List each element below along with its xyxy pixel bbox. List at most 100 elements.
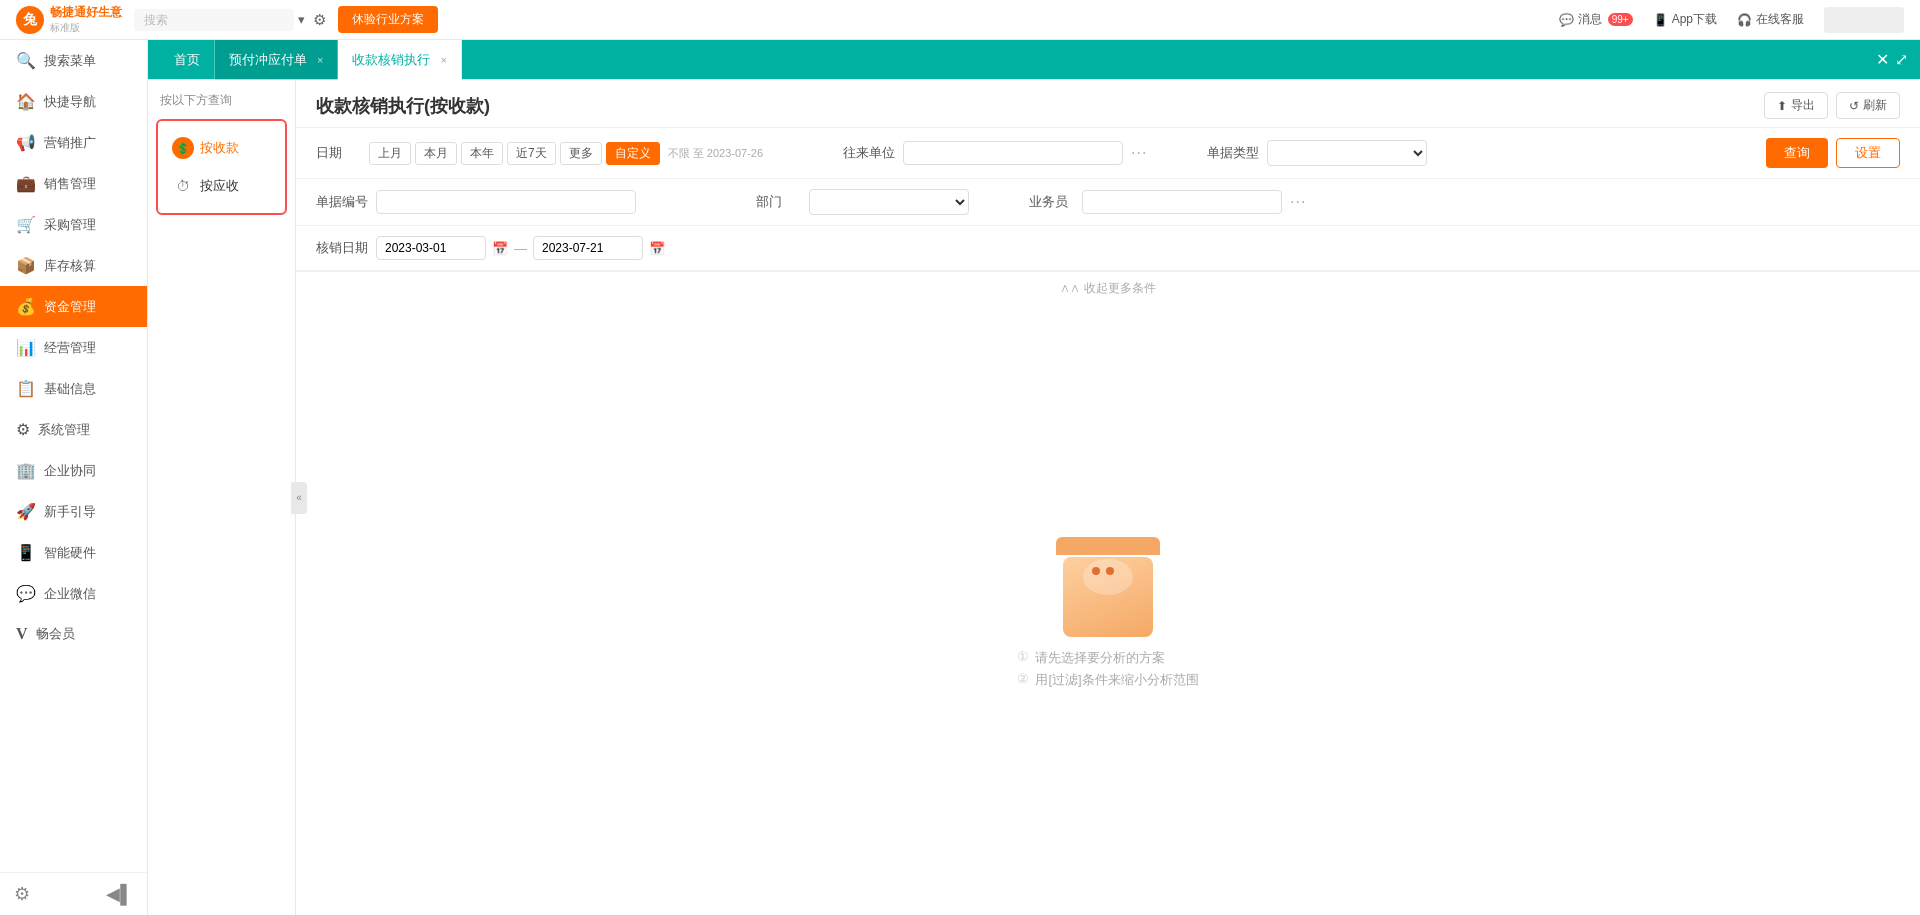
messages-badge: 99+ <box>1608 13 1633 26</box>
this-month-btn[interactable]: 本月 <box>415 142 457 165</box>
filter-receipt-label: 按收款 <box>200 139 239 157</box>
calendar-start-icon[interactable]: 📅 <box>492 241 508 256</box>
sidebar-item-label: 库存核算 <box>44 257 96 275</box>
tab-home-label: 首页 <box>174 51 200 69</box>
dropdown-icon[interactable]: ▾ <box>298 12 305 27</box>
dept-label: 部门 <box>756 193 801 211</box>
filter-row-2: 单据编号 部门 业务员 ··· <box>296 179 1920 226</box>
salesperson-input[interactable] <box>1082 190 1282 214</box>
salesperson-label: 业务员 <box>1029 193 1074 211</box>
hint-text-2: 用[过滤]条件来缩小分析范围 <box>1035 671 1198 689</box>
sidebar-item-label: 经营管理 <box>44 339 96 357</box>
last-month-btn[interactable]: 上月 <box>369 142 411 165</box>
tab-prepayment-close[interactable]: × <box>317 54 323 66</box>
sidebar-item-beginner[interactable]: 🚀 新手引导 <box>0 491 147 532</box>
service-icon: 🎧 <box>1737 13 1752 27</box>
sidebar-item-basic[interactable]: 📋 基础信息 <box>0 368 147 409</box>
membership-icon: V <box>16 625 28 643</box>
tab-writeoff-label: 收款核销执行 <box>352 51 430 69</box>
gear-icon[interactable]: ⚙ <box>313 11 326 29</box>
sidebar-item-label: 系统管理 <box>38 421 90 439</box>
sidebar-item-wechat[interactable]: 💬 企业微信 <box>0 573 147 614</box>
tab-prepayment-label: 预付冲应付单 <box>229 51 307 69</box>
customer-service-label: 在线客服 <box>1756 11 1804 28</box>
query-btn[interactable]: 查询 <box>1766 138 1828 168</box>
messages-btn[interactable]: 💬 消息 99+ <box>1559 11 1633 28</box>
sidebar-item-system[interactable]: ⚙ 系统管理 <box>0 409 147 450</box>
search-input[interactable] <box>134 9 294 31</box>
tab-prepayment[interactable]: 预付冲应付单 × <box>215 40 338 80</box>
date-range: 📅 — 📅 <box>376 236 665 260</box>
filter-receivable-label: 按应收 <box>200 177 239 195</box>
app-download-label: App下载 <box>1672 11 1717 28</box>
sidebar-item-sales[interactable]: 💼 销售管理 <box>0 163 147 204</box>
panel-collapse-btn[interactable]: « <box>291 482 307 514</box>
doctype-select[interactable] <box>1267 140 1427 166</box>
doctype-label: 单据类型 <box>1207 144 1259 162</box>
writeoff-date-group: 核销日期 📅 — 📅 <box>316 236 665 260</box>
app-logo: 兔 畅捷通好生意 标准版 <box>16 4 122 35</box>
salesperson-filter-group: 业务员 ··· <box>1029 190 1306 214</box>
finance-icon: 💰 <box>16 297 36 316</box>
sidebar-item-label: 采购管理 <box>44 216 96 234</box>
empty-illustration <box>1048 527 1168 637</box>
salesperson-dots[interactable]: ··· <box>1290 193 1306 211</box>
date-filter-group: 日期 上月 本月 本年 近7天 更多 自定义 不限 至 2023-07-26 <box>316 142 763 165</box>
this-year-btn[interactable]: 本年 <box>461 142 503 165</box>
7days-btn[interactable]: 近7天 <box>507 142 556 165</box>
writeoff-date-label: 核销日期 <box>316 239 368 257</box>
tab-home[interactable]: 首页 <box>160 40 215 80</box>
receivable-icon: ⏱ <box>172 175 194 197</box>
sidebar-item-smart-hw[interactable]: 📱 智能硬件 <box>0 532 147 573</box>
window-maximize-btn[interactable]: ⤢ <box>1895 50 1908 69</box>
more-btn[interactable]: 更多 <box>560 142 602 165</box>
industry-btn[interactable]: 休验行业方案 <box>338 6 438 33</box>
sidebar-item-finance[interactable]: 💰 资金管理 <box>0 286 147 327</box>
sidebar-item-biz[interactable]: 📊 经营管理 <box>0 327 147 368</box>
sidebar: 🔍 搜索菜单 🏠 快捷导航 📢 营销推广 💼 销售管理 🛒 采购管理 📦 库存核… <box>0 40 148 915</box>
hint-num-1: ① <box>1017 649 1029 664</box>
sidebar-item-label: 销售管理 <box>44 175 96 193</box>
calendar-end-icon[interactable]: 📅 <box>649 241 665 256</box>
filter-by-receivable[interactable]: ⏱ 按应收 <box>166 167 277 205</box>
sidebar-item-enterprise[interactable]: 🏢 企业协同 <box>0 450 147 491</box>
tab-bar: 首页 预付冲应付单 × 收款核销执行 × ✕ ⤢ <box>148 40 1920 80</box>
filter-by-receipt[interactable]: 💲 按收款 <box>166 129 277 167</box>
settings-btn[interactable]: 设置 <box>1836 138 1900 168</box>
sidebar-item-label: 智能硬件 <box>44 544 96 562</box>
collapse-more-btn[interactable]: ∧∧ 收起更多条件 <box>296 271 1920 305</box>
docnum-input[interactable] <box>376 190 636 214</box>
logo-icon: 兔 <box>16 6 44 34</box>
box-face <box>1083 559 1133 595</box>
app-download-btn[interactable]: 📱 App下载 <box>1653 11 1717 28</box>
counterpart-dots[interactable]: ··· <box>1131 144 1147 162</box>
sidebar-item-membership[interactable]: V 畅会员 <box>0 614 147 654</box>
tab-writeoff-close[interactable]: × <box>440 54 446 66</box>
writeoff-start-input[interactable] <box>376 236 486 260</box>
dept-select[interactable] <box>809 189 969 215</box>
writeoff-end-input[interactable] <box>533 236 643 260</box>
filter-options-border: 💲 按收款 ⏱ 按应收 <box>156 119 287 215</box>
docnum-filter-group: 单据编号 <box>316 190 636 214</box>
counterpart-input[interactable] <box>903 141 1123 165</box>
sidebar-collapse-icon[interactable]: ◀▌ <box>106 883 133 905</box>
form-header-actions: ⬆ 导出 ↺ 刷新 <box>1764 92 1900 119</box>
sidebar-item-search-menu[interactable]: 🔍 搜索菜单 <box>0 40 147 81</box>
sidebar-item-inventory[interactable]: 📦 库存核算 <box>0 245 147 286</box>
sidebar-item-purchase[interactable]: 🛒 采购管理 <box>0 204 147 245</box>
sidebar-item-marketing[interactable]: 📢 营销推广 <box>0 122 147 163</box>
top-bar: 兔 畅捷通好生意 标准版 ▾ ⚙ 休验行业方案 💬 消息 99+ 📱 App下载… <box>0 0 1920 40</box>
refresh-btn[interactable]: ↺ 刷新 <box>1836 92 1900 119</box>
tab-writeoff[interactable]: 收款核销执行 × <box>338 40 461 80</box>
system-icon: ⚙ <box>16 420 30 439</box>
user-info <box>1824 7 1904 33</box>
filter-panel-title: 按以下方查询 <box>156 92 287 109</box>
sidebar-settings-icon[interactable]: ⚙ <box>14 883 30 905</box>
app-version: 标准版 <box>50 21 122 35</box>
sidebar-item-quick-nav[interactable]: 🏠 快捷导航 <box>0 81 147 122</box>
window-close-btn[interactable]: ✕ <box>1876 50 1889 69</box>
custom-btn[interactable]: 自定义 <box>606 142 660 165</box>
export-btn[interactable]: ⬆ 导出 <box>1764 92 1828 119</box>
tab-bar-actions: ✕ ⤢ <box>1876 50 1908 69</box>
customer-service-btn[interactable]: 🎧 在线客服 <box>1737 11 1804 28</box>
